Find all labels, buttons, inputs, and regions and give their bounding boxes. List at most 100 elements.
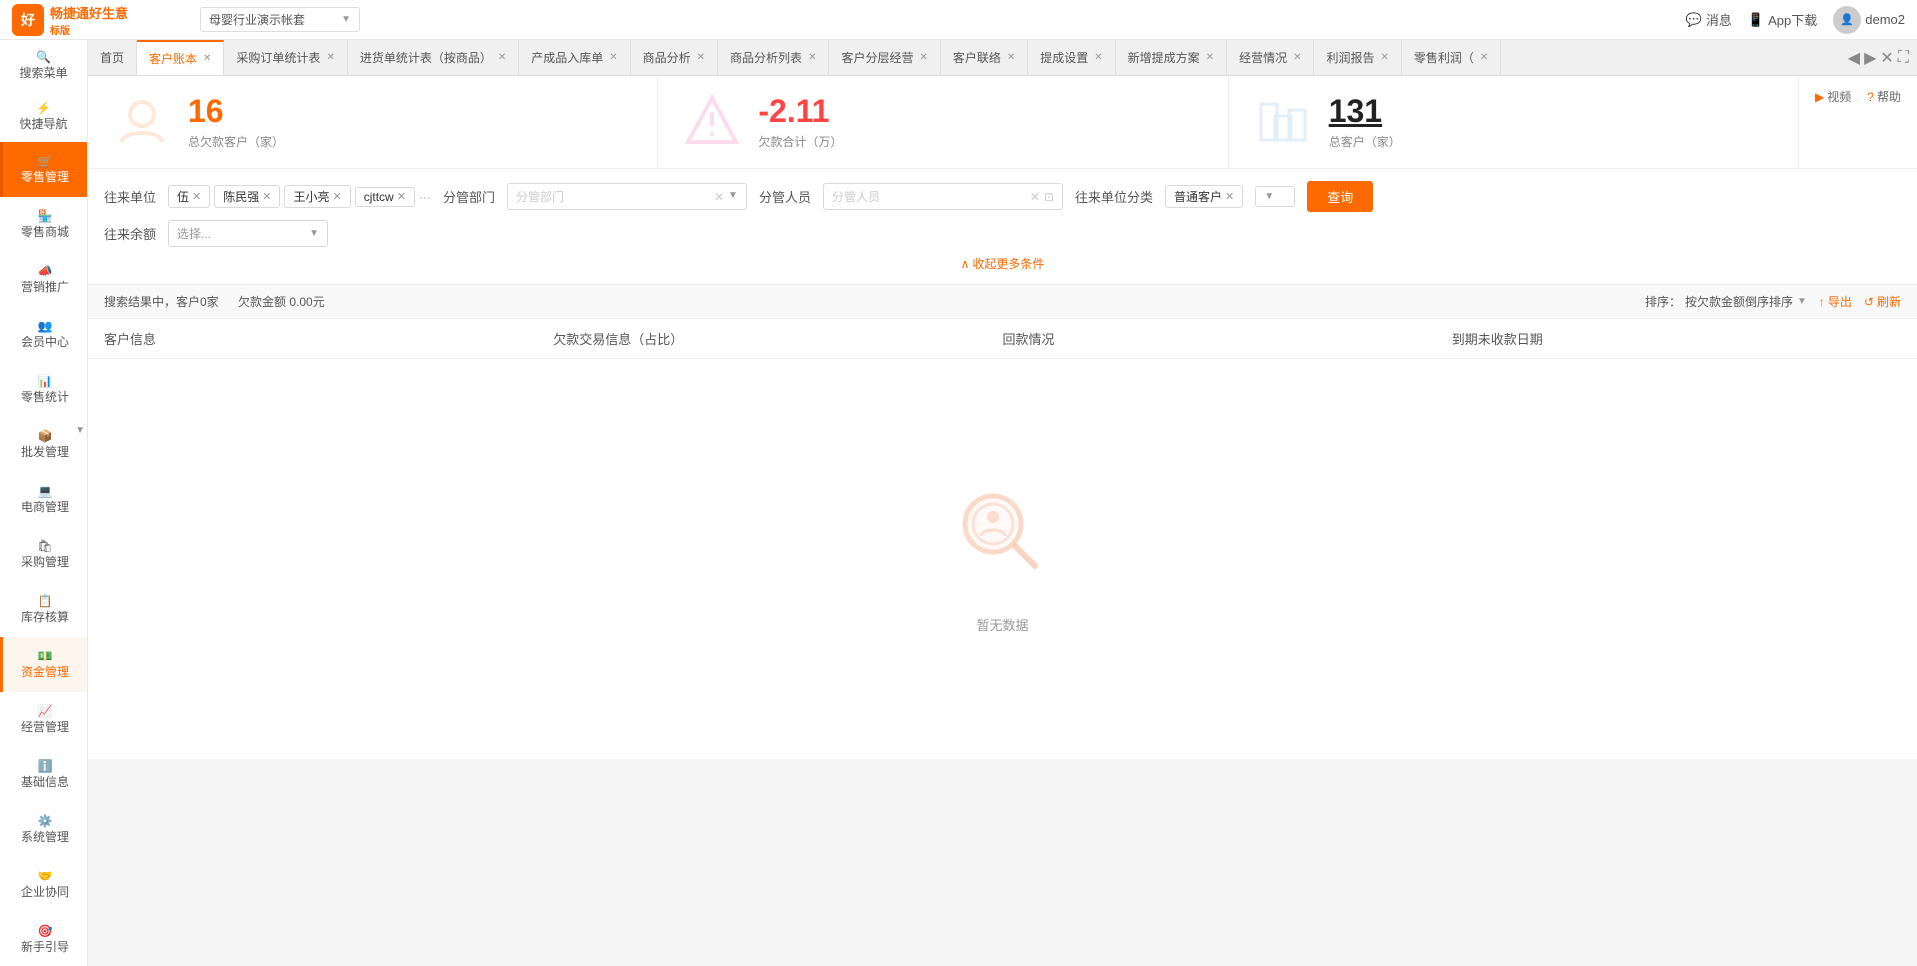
tab-retail-profit[interactable]: 零售利润（ ✕ bbox=[1402, 40, 1501, 76]
unit-tag-2: 陈民强 ✕ bbox=[214, 185, 280, 208]
search-button[interactable]: 查询 bbox=[1307, 181, 1373, 212]
data-table: 客户信息 欠款交易信息（占比） 回款情况 到期未收款日期 bbox=[88, 319, 1917, 759]
account-selector[interactable]: 母婴行业演示帐套 ▼ bbox=[200, 7, 360, 32]
tab-close-customer-segment[interactable]: ✕ bbox=[919, 52, 927, 63]
person-select[interactable]: 分管人员 ✕ ⊡ bbox=[823, 183, 1063, 210]
balance-select[interactable]: 选择... ▼ bbox=[168, 220, 328, 247]
sidebar-item-purchase[interactable]: 🛍 采购管理 bbox=[0, 527, 87, 582]
stats-bar: 16 总欠款客户（家） -2.11 欠款合计（万） bbox=[88, 76, 1917, 169]
sidebar-item-retail-stats[interactable]: 📊 零售统计 bbox=[0, 362, 87, 417]
sidebar-item-cooperation[interactable]: 🤝 企业协同 bbox=[0, 857, 87, 912]
tab-goods-analysis-list[interactable]: 商品分析列表 ✕ bbox=[718, 40, 829, 76]
tab-more[interactable]: ✕ bbox=[1880, 48, 1893, 68]
sidebar-search[interactable]: 🔍 搜索菜单 bbox=[0, 40, 87, 91]
tab-goods-analysis[interactable]: 商品分析 ✕ bbox=[631, 40, 718, 76]
sidebar-item-system[interactable]: ⚙️ 系统管理 bbox=[0, 802, 87, 857]
tab-operations-status[interactable]: 经营情况 ✕ bbox=[1227, 40, 1314, 76]
tab-close-operations[interactable]: ✕ bbox=[1293, 52, 1301, 63]
dept-clear-icon[interactable]: ✕ bbox=[714, 190, 724, 204]
sidebar-item-retail-mall[interactable]: 🏪 零售商城 bbox=[0, 197, 87, 252]
purchase-icon: 🛍 bbox=[11, 539, 79, 553]
sort-label-prefix: 排序： bbox=[1645, 293, 1681, 310]
sidebar-item-operations[interactable]: 📈 经营管理 bbox=[0, 692, 87, 747]
sidebar-item-ecommerce[interactable]: 💻 电商管理 bbox=[0, 472, 87, 527]
top-bar-right: 💬 消息 📱 App下载 👤 demo2 bbox=[1686, 6, 1905, 34]
stat-customers-icon bbox=[112, 92, 172, 152]
sidebar-item-guide[interactable]: 🎯 新手引导 bbox=[0, 912, 87, 966]
tab-customer-segment[interactable]: 客户分层经营 ✕ bbox=[829, 40, 940, 76]
unit-tag-3: 王小亮 ✕ bbox=[284, 185, 350, 208]
tab-customer-contact[interactable]: 客户联络 ✕ bbox=[941, 40, 1028, 76]
tab-close-product-receipt[interactable]: ✕ bbox=[609, 52, 617, 63]
export-btn[interactable]: ↑ 导出 bbox=[1819, 293, 1852, 310]
sidebar-item-inventory[interactable]: 📋 库存核算 bbox=[0, 582, 87, 637]
sidebar-item-capital[interactable]: 💵 资金管理 bbox=[0, 637, 87, 692]
logo-area: 好 畅捷通好生意 标版 bbox=[12, 3, 192, 37]
sidebar-quick-nav[interactable]: ⚡ 快捷导航 bbox=[0, 91, 87, 142]
tab-raise-settings[interactable]: 提成设置 ✕ bbox=[1028, 40, 1115, 76]
tab-customer-capital[interactable]: 客户账本 ✕ bbox=[137, 40, 224, 76]
empty-state: 暂无数据 bbox=[953, 424, 1053, 694]
tab-close-profit-report[interactable]: ✕ bbox=[1381, 52, 1389, 63]
filter-row-2: 往来余额 选择... ▼ bbox=[104, 220, 1901, 247]
tab-close-customer-capital[interactable]: ✕ bbox=[203, 53, 211, 64]
sidebar-item-batch-mgmt[interactable]: 📦 批发管理 ▼ bbox=[0, 417, 87, 472]
app-name: 畅捷通好生意 bbox=[50, 3, 128, 22]
account-selector-arrow: ▼ bbox=[341, 14, 351, 25]
help-btn[interactable]: ? 帮助 bbox=[1867, 88, 1901, 105]
table-header: 客户信息 欠款交易信息（占比） 回款情况 到期未收款日期 bbox=[88, 319, 1917, 359]
dept-arrow: ▼ bbox=[728, 190, 738, 204]
tab-home[interactable]: 首页 bbox=[88, 40, 137, 76]
sort-label: 按欠款金额倒序排序 bbox=[1685, 293, 1793, 310]
sidebar-item-marketing[interactable]: 📣 营销推广 bbox=[0, 252, 87, 307]
unit-tag-2-close[interactable]: ✕ bbox=[262, 190, 271, 203]
tab-new-raise-plan[interactable]: 新增提成方案 ✕ bbox=[1116, 40, 1227, 76]
video-icon: ▶ bbox=[1815, 90, 1824, 104]
person-clear-icon[interactable]: ✕ bbox=[1030, 190, 1040, 204]
user-profile[interactable]: 👤 demo2 bbox=[1833, 6, 1905, 34]
video-help-btn[interactable]: ▶ 视频 bbox=[1815, 88, 1851, 105]
table-body: 暂无数据 bbox=[88, 359, 1917, 759]
unit-tag-3-close[interactable]: ✕ bbox=[333, 190, 342, 203]
balance-filter-label: 往来余额 bbox=[104, 224, 156, 243]
result-bar: 搜索结果中，客户0家 欠款金额 0.00元 排序： 按欠款金额倒序排序 ▼ ↑ … bbox=[88, 285, 1917, 319]
tab-close-goods-analysis-list[interactable]: ✕ bbox=[808, 52, 816, 63]
refresh-btn[interactable]: ↺ 刷新 bbox=[1864, 293, 1901, 310]
tab-close-goods-analysis[interactable]: ✕ bbox=[697, 52, 705, 63]
stat-receivable-value: -2.11 bbox=[758, 94, 842, 129]
app-download-btn[interactable]: 📱 App下载 bbox=[1748, 10, 1817, 29]
sidebar-item-retail-mgmt[interactable]: 🛒 零售管理 bbox=[0, 142, 87, 197]
batch-mgmt-icon: 📦 bbox=[11, 429, 79, 443]
sort-select[interactable]: 排序： 按欠款金额倒序排序 ▼ bbox=[1645, 293, 1807, 310]
dept-select[interactable]: 分管部门 ✕ ▼ bbox=[507, 183, 747, 210]
unit-tag-4-close[interactable]: ✕ bbox=[397, 190, 406, 203]
message-btn[interactable]: 💬 消息 bbox=[1686, 10, 1732, 29]
collapse-button[interactable]: ∧ 收起更多条件 bbox=[961, 255, 1045, 272]
tab-scroll-left[interactable]: ◀ bbox=[1848, 48, 1860, 68]
unit-tags-more[interactable]: ··· bbox=[419, 190, 431, 204]
tab-close-stock-stats[interactable]: ✕ bbox=[498, 52, 506, 63]
unit-tag-1-close[interactable]: ✕ bbox=[192, 190, 201, 203]
tab-close-customer-contact[interactable]: ✕ bbox=[1007, 52, 1015, 63]
tab-fullscreen[interactable]: ⛶ bbox=[1898, 49, 1909, 67]
refresh-icon: ↺ bbox=[1864, 295, 1874, 309]
category-tag-close[interactable]: ✕ bbox=[1225, 190, 1234, 203]
sidebar-item-member[interactable]: 👥 会员中心 bbox=[0, 307, 87, 362]
stat-receivable: -2.11 欠款合计（万） bbox=[658, 76, 1228, 168]
tab-purchase-order-stats[interactable]: 采购订单统计表 ✕ bbox=[224, 40, 347, 76]
tab-close-retail-profit[interactable]: ✕ bbox=[1480, 52, 1488, 63]
download-icon: 📱 bbox=[1748, 12, 1764, 28]
tab-profit-report[interactable]: 利润报告 ✕ bbox=[1314, 40, 1401, 76]
person-expand-icon[interactable]: ⊡ bbox=[1044, 190, 1054, 204]
tab-close-purchase-order[interactable]: ✕ bbox=[326, 52, 334, 63]
tab-stock-stats[interactable]: 进货单统计表（按商品） ✕ bbox=[348, 40, 519, 76]
tab-product-receipt[interactable]: 产成品入库单 ✕ bbox=[519, 40, 630, 76]
stat-clients-icon bbox=[1253, 92, 1313, 152]
sidebar-item-basic-info[interactable]: ℹ️ 基础信息 bbox=[0, 747, 87, 802]
result-amount: 欠款金额 0.00元 bbox=[238, 295, 325, 309]
tab-scroll-right[interactable]: ▶ bbox=[1864, 48, 1876, 68]
member-icon: 👥 bbox=[11, 319, 79, 333]
tab-close-raise-settings[interactable]: ✕ bbox=[1094, 52, 1102, 63]
tab-close-new-raise-plan[interactable]: ✕ bbox=[1206, 52, 1214, 63]
category-dropdown[interactable]: ▼ bbox=[1255, 186, 1295, 207]
